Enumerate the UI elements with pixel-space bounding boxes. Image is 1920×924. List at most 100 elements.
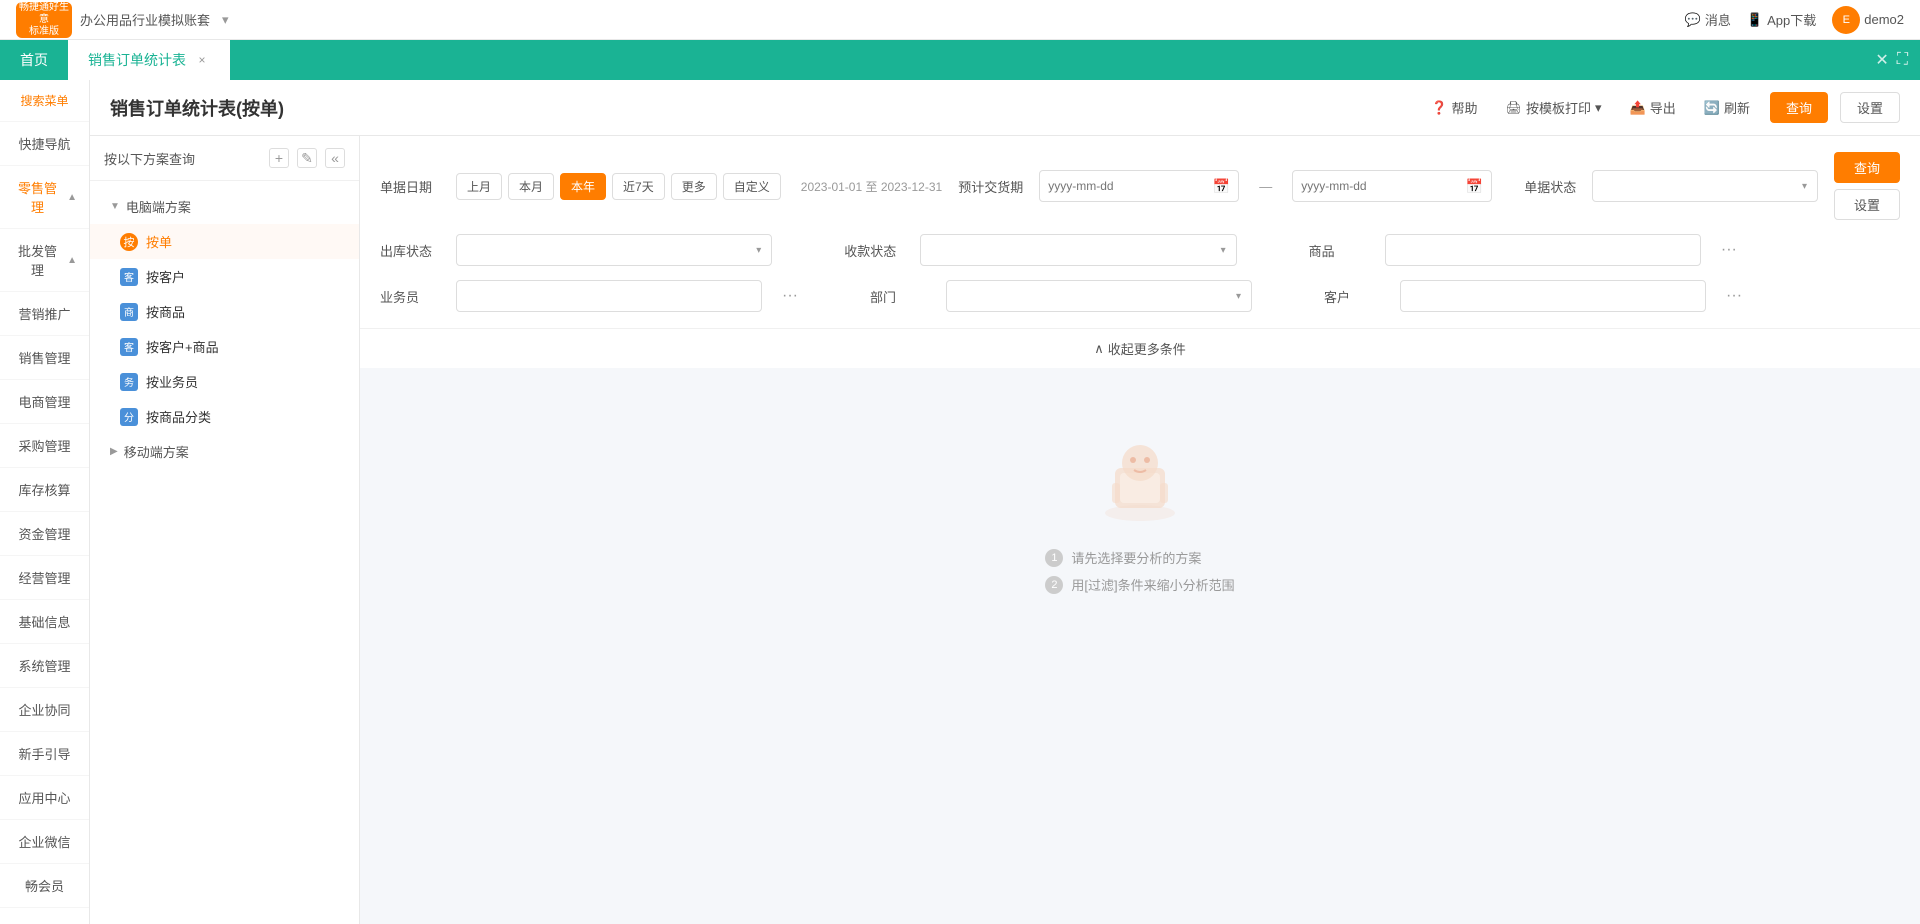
empty-illustration (1090, 428, 1190, 528)
customer-input[interactable] (1400, 280, 1706, 312)
message-button[interactable]: 💬 消息 (1685, 10, 1731, 29)
refresh-button[interactable]: 🔄 刷新 (1696, 94, 1758, 121)
tab-home-label: 首页 (20, 50, 48, 70)
tree-item-by-customer-product[interactable]: 客 按客户+商品 (90, 329, 359, 364)
custom-date-btn[interactable]: 自定义 (723, 173, 781, 200)
user-name-label: demo2 (1864, 12, 1904, 27)
collapse-panel-icon[interactable]: « (325, 148, 345, 168)
salesperson-input[interactable] (456, 280, 762, 312)
tree-mobile-arrow: ▶ (110, 446, 118, 457)
print-icon: 🖨 (1506, 100, 1523, 116)
sidebar-item-sales[interactable]: 销售管理 (0, 336, 89, 380)
salesperson-more-icon[interactable]: ··· (782, 287, 798, 305)
product-more-icon[interactable]: ··· (1721, 241, 1737, 259)
sidebar-item-purchase[interactable]: 采购管理 (0, 424, 89, 468)
delivery-status-select[interactable]: ▾ (456, 234, 772, 266)
department-select[interactable]: ▾ (946, 280, 1252, 312)
settings-button-2[interactable]: 设置 (1834, 189, 1900, 220)
this-month-btn[interactable]: 本月 (508, 173, 554, 200)
collapse-arrow-icon: ∧ (1094, 341, 1104, 357)
ecommerce-label: 电商管理 (18, 392, 70, 411)
left-panel: 按以下方案查询 + ✎ « ▼ 电脑端方案 按 按单 (90, 136, 360, 924)
customer-more-icon[interactable]: ··· (1726, 287, 1742, 305)
export-button[interactable]: 📤 导出 (1622, 94, 1684, 121)
sidebar-item-appcenter[interactable]: 应用中心 (0, 776, 89, 820)
refresh-icon: 🔄 (1704, 100, 1720, 116)
refresh-label: 刷新 (1724, 98, 1750, 117)
tree-desktop-label: 电脑端方案 (126, 197, 191, 216)
sidebar-item-wholesale[interactable]: 批发管理 ▲ (0, 229, 89, 292)
main-layout: 搜索菜单 快捷导航 零售管理 ▲ 批发管理 ▲ 营销推广 销售管理 电商管理 采… (0, 80, 1920, 924)
query-button[interactable]: 查询 (1834, 152, 1900, 183)
expected-date-from[interactable]: 📅 (1039, 170, 1239, 202)
payment-status-select[interactable]: ▾ (920, 234, 1236, 266)
tree-item-by-category[interactable]: 分 按商品分类 (90, 399, 359, 434)
help-button[interactable]: ❓ 帮助 (1423, 94, 1485, 121)
empty-tips: 1 请先选择要分析的方案 2 用[过滤]条件来缩小分析范围 (1045, 548, 1234, 594)
tree-mobile-label: 移动端方案 (124, 442, 189, 461)
bill-status-select[interactable]: ▾ (1592, 170, 1818, 202)
tab-close-icon[interactable]: × (194, 52, 210, 68)
edit-scheme-icon[interactable]: ✎ (297, 148, 317, 168)
this-year-btn[interactable]: 本年 (560, 173, 606, 200)
sidebar-item-operations[interactable]: 经营管理 (0, 556, 89, 600)
sidebar-item-finance[interactable]: 资金管理 (0, 512, 89, 556)
sidebar-item-inventory[interactable]: 库存核算 (0, 468, 89, 512)
delivery-status-label: 出库状态 (380, 241, 440, 260)
by-salesperson-label: 按业务员 (146, 372, 198, 391)
tree-item-by-product[interactable]: 商 按商品 (90, 294, 359, 329)
collapse-row[interactable]: ∧ 收起更多条件 (360, 328, 1920, 368)
query-button-header[interactable]: 查询 (1770, 92, 1828, 123)
maximize-icon[interactable]: ⛶ (1897, 51, 1908, 69)
tree-item-by-customer[interactable]: 客 按客户 (90, 259, 359, 294)
system-label: 系统管理 (18, 656, 70, 675)
close-window-icon[interactable]: ✕ (1875, 50, 1888, 70)
add-scheme-icon[interactable]: + (269, 148, 289, 168)
sidebar-item-retail[interactable]: 零售管理 ▲ (0, 166, 89, 229)
sidebar-item-ecommerce[interactable]: 电商管理 (0, 380, 89, 424)
last-month-btn[interactable]: 上月 (456, 173, 502, 200)
message-icon: 💬 (1685, 12, 1701, 28)
sidebar-item-system[interactable]: 系统管理 (0, 644, 89, 688)
app-download-button[interactable]: 📱 App下载 (1747, 10, 1816, 29)
tree-mobile-header[interactable]: ▶ 移动端方案 (90, 434, 359, 469)
tab-active-label: 销售订单统计表 (88, 50, 186, 70)
sidebar-item-guide[interactable]: 新手引导 (0, 732, 89, 776)
sidebar-item-member[interactable]: 畅会员 (0, 864, 89, 908)
expected-date-to-input[interactable] (1301, 179, 1462, 193)
member-label: 畅会员 (25, 876, 64, 895)
sidebar-item-wechat[interactable]: 企业微信 (0, 820, 89, 864)
tip-num-2: 2 (1045, 576, 1063, 594)
template-print-label: 按模板打印 (1526, 98, 1591, 117)
last7days-btn[interactable]: 近7天 (612, 173, 665, 200)
query-btn-group: 查询 设置 (1834, 152, 1900, 220)
tree-item-by-salesperson[interactable]: 务 按业务员 (90, 364, 359, 399)
tree-item-by-order[interactable]: 按 按单 (90, 224, 359, 259)
settings-button[interactable]: 设置 (1840, 92, 1900, 123)
tree-desktop-header[interactable]: ▼ 电脑端方案 (90, 189, 359, 224)
sidebar-item-marketing[interactable]: 营销推广 (0, 292, 89, 336)
by-customer-label: 按客户 (146, 267, 185, 286)
tab-sales-order[interactable]: 销售订单统计表 × (68, 40, 230, 80)
left-panel-header: 按以下方案查询 + ✎ « (90, 136, 359, 181)
more-date-btn[interactable]: 更多 (671, 173, 717, 200)
date-button-group: 上月 本月 本年 近7天 更多 自定义 (456, 173, 781, 200)
by-order-label: 按单 (146, 232, 172, 251)
sidebar-search[interactable]: 搜索菜单 (0, 80, 89, 122)
split-layout: 按以下方案查询 + ✎ « ▼ 电脑端方案 按 按单 (90, 136, 1920, 924)
enterprise-label: 企业协同 (18, 700, 70, 719)
topbar: 畅捷通好生意 标准版 办公用品行业模拟账套 ▾ 💬 消息 📱 App下载 E d… (0, 0, 1920, 40)
product-input[interactable] (1385, 234, 1701, 266)
tab-home[interactable]: 首页 (0, 40, 68, 80)
sidebar: 搜索菜单 快捷导航 零售管理 ▲ 批发管理 ▲ 营销推广 销售管理 电商管理 采… (0, 80, 90, 924)
empty-tip-1-text: 请先选择要分析的方案 (1071, 548, 1201, 567)
template-print-button[interactable]: 🖨 按模板打印 ▾ (1498, 94, 1610, 121)
sidebar-item-enterprise[interactable]: 企业协同 (0, 688, 89, 732)
expected-date-to[interactable]: 📅 (1292, 170, 1492, 202)
expected-date-from-input[interactable] (1048, 179, 1209, 193)
dropdown-icon[interactable]: ▾ (222, 12, 229, 28)
sidebar-quick-nav[interactable]: 快捷导航 (0, 122, 89, 166)
user-menu[interactable]: E demo2 (1832, 6, 1904, 34)
sidebar-item-basic[interactable]: 基础信息 (0, 600, 89, 644)
left-panel-title: 按以下方案查询 (104, 149, 195, 168)
